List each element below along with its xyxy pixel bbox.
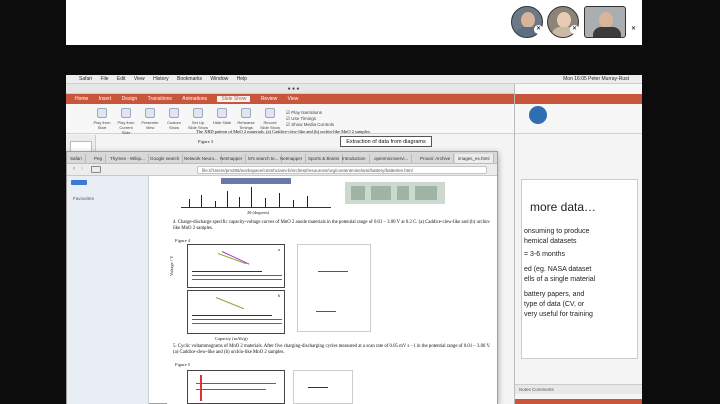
plot-panel-b: b <box>187 290 285 334</box>
figure-3-caption: The XRD pattern of MnO 2 materials. (a) … <box>196 129 371 134</box>
panel-b-label: b <box>277 293 280 298</box>
tab-transitions[interactable]: Transitions <box>148 96 172 102</box>
tab-view[interactable]: View <box>288 96 299 102</box>
tab-insert[interactable]: Insert <box>99 96 112 102</box>
mac-menubar: Safari File Edit View History Bookmarks … <box>66 75 642 84</box>
play-from-current-button[interactable]: Play from Current Slide <box>116 108 136 135</box>
figure-3-label: Figure 3 <box>198 139 214 144</box>
slide-bullet: ed (eg. NASA dataset <box>524 266 592 273</box>
record-slide-show-button[interactable]: Record Slide Show <box>260 108 280 130</box>
mute-icon: ✕ <box>570 25 579 34</box>
panel-a-label: a <box>278 247 280 252</box>
presenter-view-button[interactable]: Presenter View <box>140 108 160 130</box>
play-from-start-button[interactable]: Play from Start <box>92 108 112 130</box>
x-axis-label: Capacity (mAh/g) <box>215 336 248 341</box>
menu-window[interactable]: Window <box>210 76 228 82</box>
mute-icon: ✕ <box>629 25 638 34</box>
menu-safari[interactable]: Safari <box>79 76 92 82</box>
xrd-axis-label: 2θ (degrees) <box>247 210 270 215</box>
safari-toolbar: ‹ › file:///Users/pm286/workspace/cmmhc/… <box>67 164 497 176</box>
extracted-data-panel <box>297 244 371 332</box>
status-bar: Notes Comments <box>515 384 642 394</box>
plot-panel-a: a <box>187 244 285 288</box>
tab-review[interactable]: Review <box>261 96 277 102</box>
mute-icon: ✕ <box>534 25 543 34</box>
status-accent <box>515 399 642 404</box>
safari-sidebar: Favourites <box>67 176 149 404</box>
safari-tab-bar: Safari Peg Thymes - Wikip... Google sear… <box>67 152 497 164</box>
set-up-slide-show-button[interactable]: Set Up Slide Show <box>188 108 208 130</box>
forward-icon[interactable]: › <box>81 166 83 172</box>
slide-preview-window: more data… onsuming to produce hemical d… <box>514 84 642 404</box>
menu-bookmarks[interactable]: Bookmarks <box>177 76 202 82</box>
address-bar[interactable]: file:///Users/pm286/workspace/cmmhc/ami-… <box>197 166 487 174</box>
sidebar-toggle-icon[interactable] <box>91 166 101 173</box>
menubar-status: Mon 16:05 Peter Murray-Rust <box>563 76 629 82</box>
slide-bullet: onsuming to produce <box>524 228 590 235</box>
document-page: 2θ (degrees) 4. Charge-discharge specifi… <box>167 176 497 404</box>
tab-home[interactable]: Home <box>75 96 88 102</box>
section-4-text: 4. Charge-discharge specific capacity-vo… <box>173 220 491 231</box>
slide-bullet: ells of a single material <box>524 276 596 283</box>
browser-tab[interactable]: Peg <box>91 154 107 163</box>
browser-tab[interactable]: Introduction <box>339 154 370 163</box>
slide-bullet: hemical datasets <box>524 238 577 245</box>
browser-tab-active[interactable]: images_es.html <box>455 154 494 163</box>
tab-design[interactable]: Design <box>122 96 138 102</box>
ppt-titlebar: ● ● ● <box>66 84 521 94</box>
rehearse-timings-button[interactable]: Rehearse Timings <box>236 108 256 130</box>
browser-tab[interactable]: Sports & Brains <box>305 154 344 163</box>
slide-canvas: more data… onsuming to produce hemical d… <box>521 179 638 359</box>
browser-tab[interactable]: Prouni: Archive <box>417 154 455 163</box>
browser-tab[interactable]: Network Neuro... <box>181 154 222 163</box>
logo-icon <box>529 106 547 124</box>
tab-animations[interactable]: Animations <box>182 96 207 102</box>
sidebar-favourites-label: Favourites <box>73 196 95 201</box>
menu-history[interactable]: History <box>153 76 169 82</box>
custom-show-button[interactable]: Custom Show <box>164 108 184 130</box>
browser-tab[interactable]: openmicroservi... <box>371 154 413 163</box>
sidebar-selected-item[interactable] <box>71 180 87 185</box>
shared-screen: Safari File Edit View History Bookmarks … <box>66 75 642 404</box>
cv-extracted-panel <box>293 370 353 404</box>
browser-tab[interactable]: Thymes - Wikip... <box>107 154 149 163</box>
slide-bullet: = 3-6 months <box>524 251 566 258</box>
browser-tab[interactable]: Netmapper <box>277 154 307 163</box>
tab-slide-show[interactable]: Slide Show <box>217 96 251 102</box>
xrd-spectrum <box>181 178 331 208</box>
slide-title: more data… <box>530 200 597 214</box>
show-media-controls-checkbox[interactable]: ☑ Show Media Controls <box>286 122 334 128</box>
hide-slide-button[interactable]: Hide Slide <box>212 108 232 130</box>
browser-tab[interactable]: Netmapper <box>217 154 247 163</box>
menu-file[interactable]: File <box>100 76 108 82</box>
menu-edit[interactable]: Edit <box>117 76 126 82</box>
cv-plot <box>187 370 285 404</box>
slide-bullet: type of data (CV, or <box>524 301 585 308</box>
figure-4-label: Figure 4 <box>175 238 191 243</box>
slide-bullet: battery papers, and <box>524 291 585 298</box>
y-axis-label: Voltage / V <box>169 255 174 276</box>
zoom-window: ✕ ✕ ✕ Safari File Edit View History Book… <box>0 0 720 404</box>
menu-view[interactable]: View <box>134 76 145 82</box>
slide-bullet: very useful for training <box>524 311 593 318</box>
browser-tab[interactable]: Safari <box>67 154 86 163</box>
extraction-label: Extraction of data from diagrams <box>340 136 432 147</box>
safari-window: Safari Peg Thymes - Wikip... Google sear… <box>66 151 498 404</box>
xrd-preview-panel <box>345 182 445 204</box>
menu-help[interactable]: Help <box>237 76 247 82</box>
section-5-text: 5. Cyclic voltammograms of MnO 2 materia… <box>173 344 491 355</box>
participant-tile[interactable] <box>584 6 626 38</box>
ppt-ribbon-tabs: Home Insert Design Transitions Animation… <box>66 94 521 104</box>
figure-5-label: Figure 5 <box>175 362 191 367</box>
browser-tab[interactable]: Google search <box>147 154 184 163</box>
back-icon[interactable]: ‹ <box>73 166 75 172</box>
slide-ribbon-bar <box>515 94 642 104</box>
